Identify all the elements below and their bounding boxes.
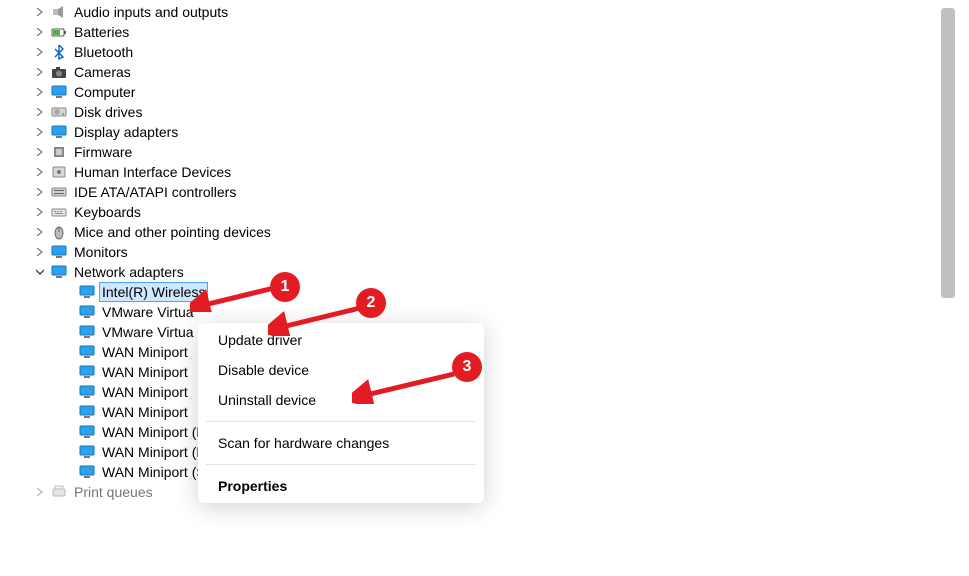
network-adapter-icon <box>78 423 96 441</box>
bluetooth-icon <box>50 43 68 61</box>
tree-label: Batteries <box>74 22 129 42</box>
chevron-right-icon[interactable] <box>32 184 48 200</box>
chevron-right-icon[interactable] <box>32 44 48 60</box>
tree-label: Mice and other pointing devices <box>74 222 271 242</box>
menu-properties[interactable]: Properties <box>198 471 484 501</box>
annotation-badge-2: 2 <box>356 288 386 318</box>
disk-icon <box>50 103 68 121</box>
tree-label: Audio inputs and outputs <box>74 2 228 22</box>
tree-item-mice[interactable]: Mice and other pointing devices <box>2 222 955 242</box>
chevron-right-icon[interactable] <box>32 224 48 240</box>
chevron-down-icon[interactable] <box>32 264 48 280</box>
context-menu[interactable]: Update driver Disable device Uninstall d… <box>198 323 484 503</box>
annotation-arrow-3 <box>352 368 462 404</box>
tree-item-monitors[interactable]: Monitors <box>2 242 955 262</box>
network-adapter-icon <box>78 363 96 381</box>
tree-label: VMware Virtua <box>102 322 194 342</box>
chevron-right-icon[interactable] <box>32 124 48 140</box>
mouse-icon <box>50 223 68 241</box>
chevron-right-icon[interactable] <box>32 484 48 500</box>
tree-label: Monitors <box>74 242 128 262</box>
network-adapter-icon <box>78 383 96 401</box>
menu-separator <box>206 421 476 422</box>
tree-label: Keyboards <box>74 202 141 222</box>
tree-item-batteries[interactable]: Batteries <box>2 22 955 42</box>
menu-scan-hardware[interactable]: Scan for hardware changes <box>198 428 484 458</box>
menu-label: Properties <box>218 478 287 494</box>
network-adapter-icon <box>78 343 96 361</box>
tree-label: VMware Virtua <box>102 302 194 322</box>
tree-item-keyboards[interactable]: Keyboards <box>2 202 955 222</box>
chevron-right-icon[interactable] <box>32 84 48 100</box>
annotation-arrow-2 <box>268 300 368 336</box>
hid-icon <box>50 163 68 181</box>
tree-label: Network adapters <box>74 262 184 282</box>
speaker-icon <box>50 3 68 21</box>
menu-label: Uninstall device <box>218 392 316 408</box>
tree-item-bluetooth[interactable]: Bluetooth <box>2 42 955 62</box>
tree-label: Display adapters <box>74 122 178 142</box>
chevron-right-icon[interactable] <box>32 244 48 260</box>
tree-item-cameras[interactable]: Cameras <box>2 62 955 82</box>
annotation-badge-1: 1 <box>270 272 300 302</box>
chevron-right-icon[interactable] <box>32 64 48 80</box>
network-adapter-icon <box>78 403 96 421</box>
tree-label: Human Interface Devices <box>74 162 231 182</box>
annotation-badge-3: 3 <box>452 352 482 382</box>
keyboard-icon <box>50 203 68 221</box>
tree-label: Print queues <box>74 482 153 502</box>
tree-item-network-child[interactable]: VMware Virtua <box>2 302 955 322</box>
tree-item-disk[interactable]: Disk drives <box>2 102 955 122</box>
chevron-right-icon[interactable] <box>32 144 48 160</box>
tree-label: Firmware <box>74 142 132 162</box>
chevron-right-icon[interactable] <box>32 104 48 120</box>
tree-label: WAN Miniport <box>102 382 188 402</box>
scrollbar-vertical[interactable] <box>941 8 955 298</box>
printer-icon <box>50 483 68 501</box>
monitor-icon <box>50 123 68 141</box>
network-icon <box>50 263 68 281</box>
tree-item-network-adapters[interactable]: Network adapters <box>2 262 955 282</box>
ide-icon <box>50 183 68 201</box>
tree-label: Bluetooth <box>74 42 133 62</box>
tree-label: IDE ATA/ATAPI controllers <box>74 182 236 202</box>
monitor-icon <box>50 243 68 261</box>
chevron-right-icon[interactable] <box>32 164 48 180</box>
tree-item-ide[interactable]: IDE ATA/ATAPI controllers <box>2 182 955 202</box>
crop-fade <box>0 568 941 576</box>
tree-label: WAN Miniport <box>102 362 188 382</box>
battery-icon <box>50 23 68 41</box>
network-adapter-icon <box>78 443 96 461</box>
menu-separator <box>206 464 476 465</box>
tree-item-display[interactable]: Display adapters <box>2 122 955 142</box>
chevron-right-icon[interactable] <box>32 204 48 220</box>
network-adapter-icon <box>78 463 96 481</box>
tree-item-hid[interactable]: Human Interface Devices <box>2 162 955 182</box>
tree-item-network-child[interactable]: Intel(R) Wireless <box>2 282 955 302</box>
tree-label: Computer <box>74 82 135 102</box>
chevron-right-icon[interactable] <box>32 24 48 40</box>
chevron-right-icon[interactable] <box>32 4 48 20</box>
tree-label: WAN Miniport <box>102 342 188 362</box>
annotation-arrow-1 <box>190 278 280 312</box>
tree-item-audio[interactable]: Audio inputs and outputs <box>2 2 955 22</box>
tree-label: Cameras <box>74 62 131 82</box>
network-adapter-icon <box>78 303 96 321</box>
tree-label: WAN Miniport <box>102 402 188 422</box>
monitor-icon <box>50 83 68 101</box>
tree-item-firmware[interactable]: Firmware <box>2 142 955 162</box>
camera-icon <box>50 63 68 81</box>
tree-label: Disk drives <box>74 102 142 122</box>
network-adapter-icon <box>78 283 96 301</box>
menu-label: Scan for hardware changes <box>218 435 389 451</box>
menu-label: Disable device <box>218 362 309 378</box>
chip-icon <box>50 143 68 161</box>
network-adapter-icon <box>78 323 96 341</box>
tree-item-computer[interactable]: Computer <box>2 82 955 102</box>
